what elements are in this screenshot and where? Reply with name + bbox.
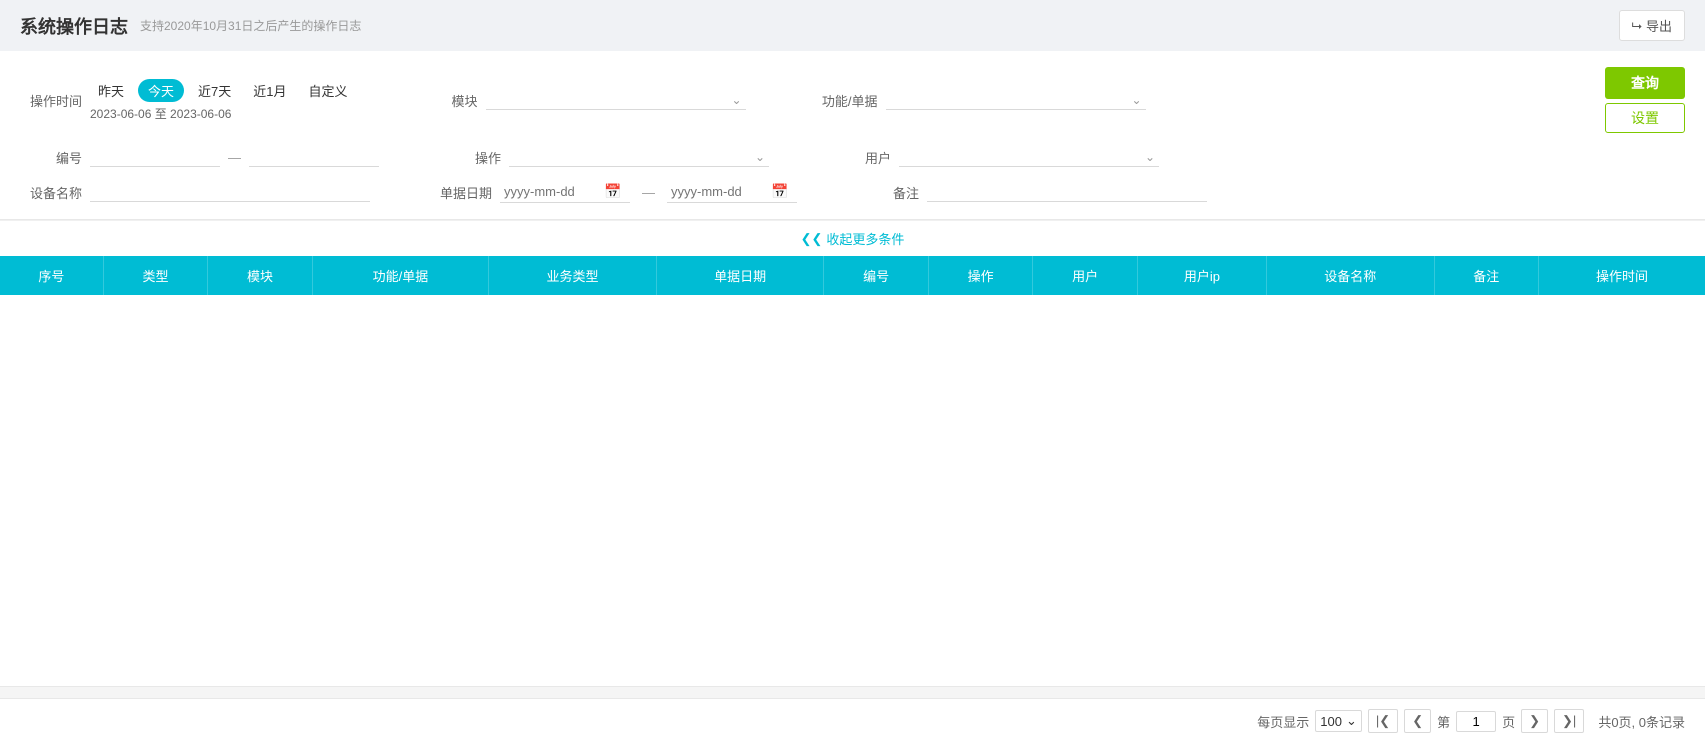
time-btn-today[interactable]: 今天 [138,79,184,102]
scrollbar-inner [0,687,1705,698]
code-dash: — [228,150,241,165]
operation-select[interactable]: ⌄ [509,148,769,167]
date-end-input[interactable] [671,184,771,199]
data-table: 序号 类型 模块 功能/单据 业务类型 单据日期 编号 操作 用户 用户ip 设… [0,256,1705,595]
collapse-chevron-icon: ❮❮ [801,231,823,247]
page-header: 系统操作日志 支持2020年10月31日之后产生的操作日志 ⮡ 导出 [0,0,1705,51]
per-page-label: 每页显示 [1257,712,1309,731]
calendar-end-icon[interactable]: 📅 [771,183,788,200]
date-end-wrap: 📅 [667,181,797,203]
doc-date-label: 单据日期 [430,183,500,202]
table-header-row: 序号 类型 模块 功能/单据 业务类型 单据日期 编号 操作 用户 用户ip 设… [0,256,1705,295]
prev-page-button[interactable]: ❮ [1404,709,1431,733]
col-operation: 操作 [928,256,1032,295]
date-start-wrap: 📅 [500,181,630,203]
export-icon: ⮡ [1632,18,1642,34]
last-page-button[interactable]: ❯| [1554,709,1584,733]
time-range: 2023-06-06 至 2023-06-06 [90,105,356,122]
col-code: 编号 [824,256,928,295]
collapse-bar: ❮❮ 收起更多条件 [0,220,1705,256]
settings-button[interactable]: 设置 [1605,103,1685,133]
page-subtitle: 支持2020年10月31日之后产生的操作日志 [140,17,361,34]
next-page-button[interactable]: ❯ [1521,709,1548,733]
operation-label: 操作 [439,148,509,167]
user-label: 用户 [829,148,899,167]
time-btn-yesterday[interactable]: 昨天 [90,79,132,102]
user-select[interactable]: ⌄ [899,148,1159,167]
col-func: 功能/单据 [312,256,488,295]
header-left: 系统操作日志 支持2020年10月31日之后产生的操作日志 [20,13,361,39]
per-page-chevron-icon: ⌄ [1346,713,1357,729]
col-seq: 序号 [0,256,103,295]
filter-row-3: 设备名称 单据日期 📅 — 📅 备注 [20,181,1685,203]
func-chevron-icon: ⌄ [1131,93,1141,107]
time-btn-1month[interactable]: 近1月 [245,79,294,102]
collapse-button[interactable]: ❮❮ 收起更多条件 [801,229,905,248]
col-user: 用户 [1033,256,1137,295]
col-type: 类型 [103,256,207,295]
table-container: 序号 类型 模块 功能/单据 业务类型 单据日期 编号 操作 用户 用户ip 设… [0,256,1705,686]
col-module: 模块 [208,256,312,295]
page-input[interactable] [1456,711,1496,732]
pagination: 每页显示 100 ⌄ |❮ ❮ 第 页 ❯ ❯| 共0页, 0条记录 [0,698,1705,743]
col-op-time: 操作时间 [1539,256,1705,295]
filter-area: 操作时间 昨天 今天 近7天 近1月 自定义 2023-06-06 至 2023… [0,51,1705,220]
time-btns: 昨天 今天 近7天 近1月 自定义 [90,79,356,102]
export-button[interactable]: ⮡ 导出 [1619,10,1685,41]
module-chevron-icon: ⌄ [731,93,741,107]
device-input[interactable] [90,182,370,202]
empty-row [0,295,1705,595]
remark-label: 备注 [857,183,927,202]
col-user-ip: 用户ip [1137,256,1266,295]
date-dash: — [642,185,655,200]
calendar-start-icon[interactable]: 📅 [604,183,621,200]
table-header: 序号 类型 模块 功能/单据 业务类型 单据日期 编号 操作 用户 用户ip 设… [0,256,1705,295]
filter-row-1: 操作时间 昨天 今天 近7天 近1月 自定义 2023-06-06 至 2023… [20,67,1685,133]
func-label: 功能/单据 [806,91,886,110]
module-select[interactable]: ⌄ [486,91,746,110]
export-label: 导出 [1646,16,1672,35]
remark-input[interactable] [927,182,1207,202]
code-start-input[interactable] [90,147,220,167]
scrollbar-area[interactable] [0,686,1705,698]
table-body [0,295,1705,595]
total-info: 共0页, 0条记录 [1598,712,1685,731]
date-start-input[interactable] [504,184,604,199]
operation-chevron-icon: ⌄ [755,150,765,164]
filter-row-2: 编号 — 操作 ⌄ 用户 ⌄ [20,147,1685,167]
action-buttons: 查询 设置 [1605,67,1685,133]
col-remark: 备注 [1434,256,1538,295]
module-label: 模块 [416,91,486,110]
time-filter: 昨天 今天 近7天 近1月 自定义 2023-06-06 至 2023-06-0… [90,79,356,122]
user-chevron-icon: ⌄ [1145,150,1155,164]
code-label: 编号 [20,148,90,167]
func-select[interactable]: ⌄ [886,91,1146,110]
per-page-select[interactable]: 100 ⌄ [1315,710,1362,732]
code-end-input[interactable] [249,147,379,167]
first-page-button[interactable]: |❮ [1368,709,1398,733]
time-btn-custom[interactable]: 自定义 [301,79,356,102]
col-device: 设备名称 [1266,256,1434,295]
page-container: 系统操作日志 支持2020年10月31日之后产生的操作日志 ⮡ 导出 操作时间 … [0,0,1705,743]
time-label: 操作时间 [20,91,90,110]
col-doc-date: 单据日期 [656,256,824,295]
page-label: 第 [1437,712,1450,731]
query-button[interactable]: 查询 [1605,67,1685,99]
collapse-label: 收起更多条件 [826,229,904,248]
col-biz-type: 业务类型 [489,256,657,295]
per-page-value: 100 [1320,714,1342,729]
page-unit: 页 [1502,712,1515,731]
time-btn-7days[interactable]: 近7天 [190,79,239,102]
device-label: 设备名称 [20,183,90,202]
page-title: 系统操作日志 [20,13,128,39]
